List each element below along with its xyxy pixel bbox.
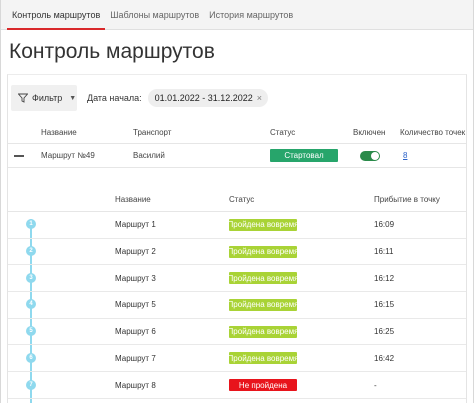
close-icon[interactable]: × — [257, 93, 262, 103]
status-badge: Стартовал — [270, 149, 338, 162]
col-header-enabled[interactable]: Включен — [353, 122, 385, 143]
col-header-status[interactable]: Статус — [270, 122, 295, 143]
point-name: Маршрут 3 — [115, 273, 156, 283]
point-name: Маршрут 1 — [115, 220, 156, 230]
col-header-point-count[interactable]: Количество точек — [400, 122, 465, 143]
arrival-time: 16:15 — [374, 300, 395, 310]
col-header-arrival[interactable]: Прибытие в точку — [374, 188, 440, 211]
table-row[interactable]: Маршрут №49 Василий Стартовал 8 — [8, 144, 466, 168]
point-status-cell: Пройдена вовремя — [229, 319, 297, 345]
point-name: Маршрут 8 — [115, 380, 156, 390]
route-enabled-cell — [360, 144, 380, 167]
tab-route-history[interactable]: История маршрутов — [204, 0, 298, 29]
point-name: Маршрут 2 — [115, 247, 156, 257]
date-filter-label: Дата начала: — [87, 93, 142, 103]
point-status-cell: Пройдена вовремя — [229, 346, 297, 372]
status-badge: Пройдена вовремя — [229, 245, 297, 258]
routes-table-header: Название Транспорт Статус Включен Количе… — [8, 122, 466, 144]
timeline-step-marker: 2 — [26, 246, 36, 257]
point-row[interactable]: Маршрут 5 Пройдена вовремя 16:15 — [8, 292, 466, 319]
status-badge: Пройдена вовремя — [229, 272, 297, 285]
status-badge: Пройдена вовремя — [229, 298, 297, 311]
point-name: Маршрут 6 — [115, 327, 156, 337]
point-row[interactable]: Маршрут 8 Не пройдена - — [8, 372, 466, 399]
points-table-header: Название Статус Прибытие в точку — [8, 188, 466, 212]
status-badge: Пройдена вовремя — [229, 352, 297, 365]
filter-bar: Фильтр ▼ Дата начала: 01.01.2022 - 31.12… — [11, 85, 269, 111]
route-name: Маршрут №49 — [41, 151, 95, 160]
tab-bar: Контроль маршрутов Шаблоны маршрутов Ист… — [1, 0, 473, 30]
point-row[interactable]: Маршрут 2 Пройдена вовремя 16:11 — [8, 239, 466, 266]
date-range-chip[interactable]: 01.01.2022 - 31.12.2022 × — [147, 89, 269, 107]
col-header-point-name[interactable]: Название — [115, 188, 151, 211]
collapse-row-button[interactable] — [14, 144, 24, 167]
point-status-cell: Пройдена вовремя — [229, 265, 297, 291]
enabled-toggle[interactable] — [360, 150, 380, 161]
arrival-time: 16:09 — [374, 220, 395, 230]
point-name: Маршрут 7 — [115, 353, 156, 363]
arrival-time: 16:25 — [374, 327, 395, 337]
funnel-icon — [18, 93, 28, 103]
minus-icon — [14, 154, 24, 157]
point-name: Маршрут 5 — [115, 300, 156, 310]
timeline-step-marker: 3 — [26, 272, 36, 283]
route-transport: Василий — [133, 151, 165, 160]
route-status-cell: Стартовал — [270, 144, 338, 167]
tab-route-templates[interactable]: Шаблоны маршрутов — [105, 0, 204, 29]
page-title: Контроль маршрутов — [9, 40, 215, 63]
col-header-name[interactable]: Название — [41, 122, 77, 143]
arrival-time: - — [374, 380, 377, 390]
point-status-cell: Пройдена вовремя — [229, 292, 297, 318]
filter-button[interactable]: Фильтр ▼ — [11, 85, 77, 111]
point-count-link[interactable]: 8 — [403, 151, 407, 160]
date-range-value: 01.01.2022 - 31.12.2022 — [154, 93, 253, 103]
timeline-step-marker: 6 — [26, 352, 36, 363]
point-row[interactable]: Маршрут 3 Пройдена вовремя 16:12 — [8, 265, 466, 293]
status-badge: Не пройдена — [229, 379, 297, 392]
arrival-time: 16:12 — [374, 273, 395, 283]
point-status-cell: Не пройдена — [229, 372, 297, 398]
point-row[interactable]: Маршрут 6 Пройдена вовремя 16:25 — [8, 319, 466, 346]
arrival-time: 16:42 — [374, 353, 395, 363]
status-badge: Пройдена вовремя — [229, 325, 297, 338]
col-header-point-status[interactable]: Статус — [229, 188, 254, 211]
point-status-cell: Пройдена вовремя — [229, 239, 297, 265]
chevron-down-icon: ▼ — [69, 94, 77, 102]
col-header-transport[interactable]: Транспорт — [133, 122, 171, 143]
point-status-cell: Пройдена вовремя — [229, 212, 297, 238]
tab-route-control[interactable]: Контроль маршрутов — [7, 0, 106, 30]
route-point-count-cell: 8 — [403, 144, 407, 167]
point-row[interactable]: Маршрут 1 Пройдена вовремя 16:09 — [8, 212, 466, 239]
status-badge: Пройдена вовремя — [229, 218, 297, 231]
timeline-step-marker: 7 — [26, 379, 36, 390]
arrival-time: 16:11 — [374, 247, 394, 257]
point-row[interactable]: Маршрут 7 Пройдена вовремя 16:42 — [8, 346, 466, 373]
filter-button-label: Фильтр — [32, 93, 63, 103]
